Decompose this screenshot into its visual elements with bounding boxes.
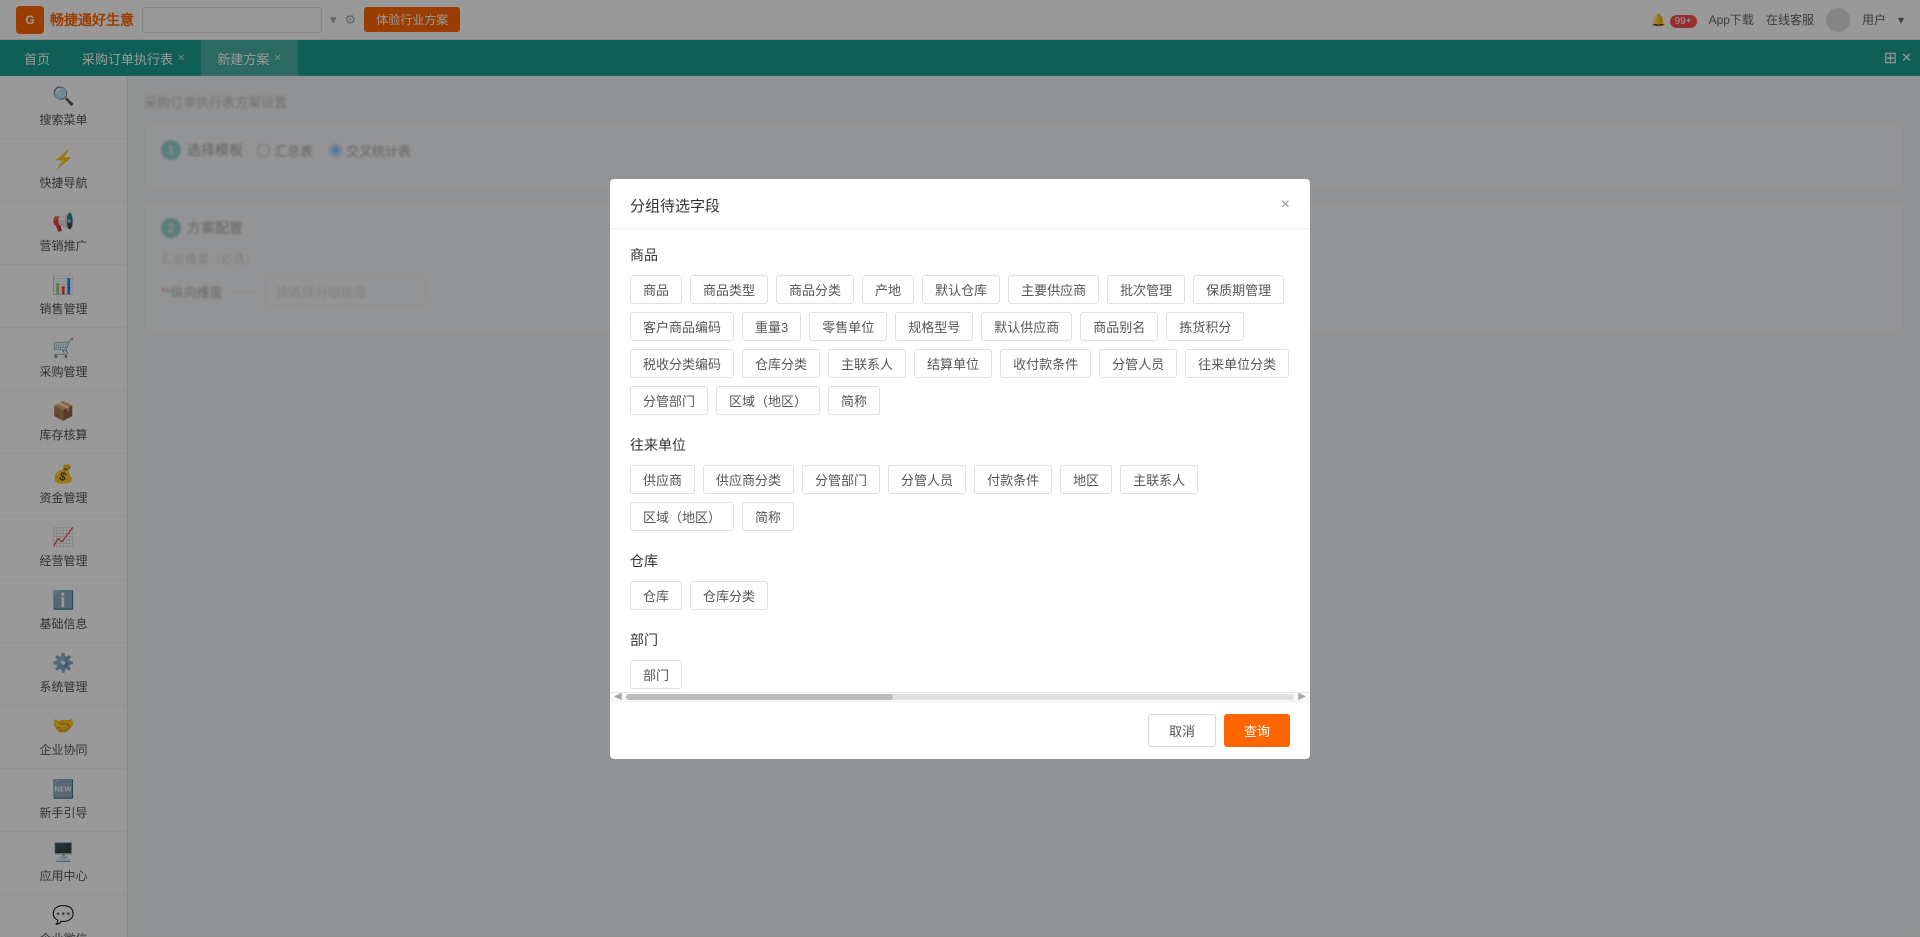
field-tag[interactable]: 仓库分类	[690, 581, 768, 610]
field-tag[interactable]: 收付款条件	[1000, 349, 1091, 378]
field-tag[interactable]: 分管人员	[1099, 349, 1177, 378]
field-tag[interactable]: 分管人员	[888, 465, 966, 494]
field-tag[interactable]: 简称	[828, 386, 880, 415]
field-tag[interactable]: 默认供应商	[981, 312, 1072, 341]
cancel-button[interactable]: 取消	[1148, 714, 1216, 747]
field-tag[interactable]: 分管部门	[802, 465, 880, 494]
modal-header: 分组待选字段 ×	[610, 179, 1310, 229]
field-tag[interactable]: 往来单位分类	[1185, 349, 1289, 378]
field-tag[interactable]: 默认仓库	[922, 275, 1000, 304]
field-tag[interactable]: 分管部门	[630, 386, 708, 415]
section-goods-tags: 商品 商品类型 商品分类 产地 默认仓库 主要供应商 批次管理 保质期管理 客户…	[630, 275, 1290, 415]
section-partner-title: 往来单位	[630, 435, 1290, 455]
modal-field-select: 分组待选字段 × 商品 商品 商品类型 商品分类 产地 默认仓库 主要供应商 批…	[610, 179, 1310, 759]
confirm-button[interactable]: 查询	[1224, 714, 1290, 747]
section-goods-title: 商品	[630, 245, 1290, 265]
field-tag[interactable]: 产地	[862, 275, 914, 304]
field-tag[interactable]: 仓库分类	[742, 349, 820, 378]
field-tag[interactable]: 客户商品编码	[630, 312, 734, 341]
field-tag[interactable]: 区域（地区）	[630, 502, 734, 531]
field-tag[interactable]: 商品分类	[776, 275, 854, 304]
section-partner: 往来单位 供应商 供应商分类 分管部门 分管人员 付款条件 地区 主联系人 区域…	[630, 435, 1290, 531]
field-tag[interactable]: 零售单位	[809, 312, 887, 341]
section-department-title: 部门	[630, 630, 1290, 650]
field-tag[interactable]: 部门	[630, 660, 682, 689]
modal-title: 分组待选字段	[630, 195, 720, 216]
field-tag[interactable]: 主要供应商	[1008, 275, 1099, 304]
section-warehouse-tags: 仓库 仓库分类	[630, 581, 1290, 610]
modal-body[interactable]: 商品 商品 商品类型 商品分类 产地 默认仓库 主要供应商 批次管理 保质期管理…	[610, 229, 1310, 693]
section-department: 部门 部门	[630, 630, 1290, 689]
field-tag[interactable]: 结算单位	[914, 349, 992, 378]
field-tag[interactable]: 供应商分类	[703, 465, 794, 494]
section-goods: 商品 商品 商品类型 商品分类 产地 默认仓库 主要供应商 批次管理 保质期管理…	[630, 245, 1290, 415]
field-tag[interactable]: 区域（地区）	[716, 386, 820, 415]
section-warehouse-title: 仓库	[630, 551, 1290, 571]
section-partner-tags: 供应商 供应商分类 分管部门 分管人员 付款条件 地区 主联系人 区域（地区） …	[630, 465, 1290, 531]
field-tag[interactable]: 税收分类编码	[630, 349, 734, 378]
hscroll-track[interactable]	[626, 694, 1295, 700]
modal-overlay: 分组待选字段 × 商品 商品 商品类型 商品分类 产地 默认仓库 主要供应商 批…	[0, 0, 1920, 937]
modal-horizontal-scrollbar[interactable]: ◀ ▶	[610, 692, 1310, 700]
hscroll-left-btn[interactable]: ◀	[614, 692, 622, 700]
field-tag[interactable]: 主联系人	[828, 349, 906, 378]
field-tag[interactable]: 商品别名	[1080, 312, 1158, 341]
field-tag[interactable]: 保质期管理	[1193, 275, 1284, 304]
section-warehouse: 仓库 仓库 仓库分类	[630, 551, 1290, 610]
field-tag[interactable]: 主联系人	[1120, 465, 1198, 494]
hscroll-thumb[interactable]	[626, 694, 893, 700]
modal-close-button[interactable]: ×	[1281, 196, 1290, 214]
hscroll-right-btn[interactable]: ▶	[1298, 692, 1306, 700]
field-tag[interactable]: 批次管理	[1107, 275, 1185, 304]
field-tag[interactable]: 地区	[1060, 465, 1112, 494]
field-tag[interactable]: 仓库	[630, 581, 682, 610]
field-tag[interactable]: 商品	[630, 275, 682, 304]
field-tag[interactable]: 拣货积分	[1166, 312, 1244, 341]
section-department-tags: 部门	[630, 660, 1290, 689]
field-tag[interactable]: 规格型号	[895, 312, 973, 341]
field-tag[interactable]: 付款条件	[974, 465, 1052, 494]
field-tag[interactable]: 简称	[742, 502, 794, 531]
field-tag[interactable]: 重量3	[742, 312, 801, 341]
field-tag[interactable]: 供应商	[630, 465, 695, 494]
field-tag[interactable]: 商品类型	[690, 275, 768, 304]
modal-footer: 取消 查询	[610, 701, 1310, 759]
